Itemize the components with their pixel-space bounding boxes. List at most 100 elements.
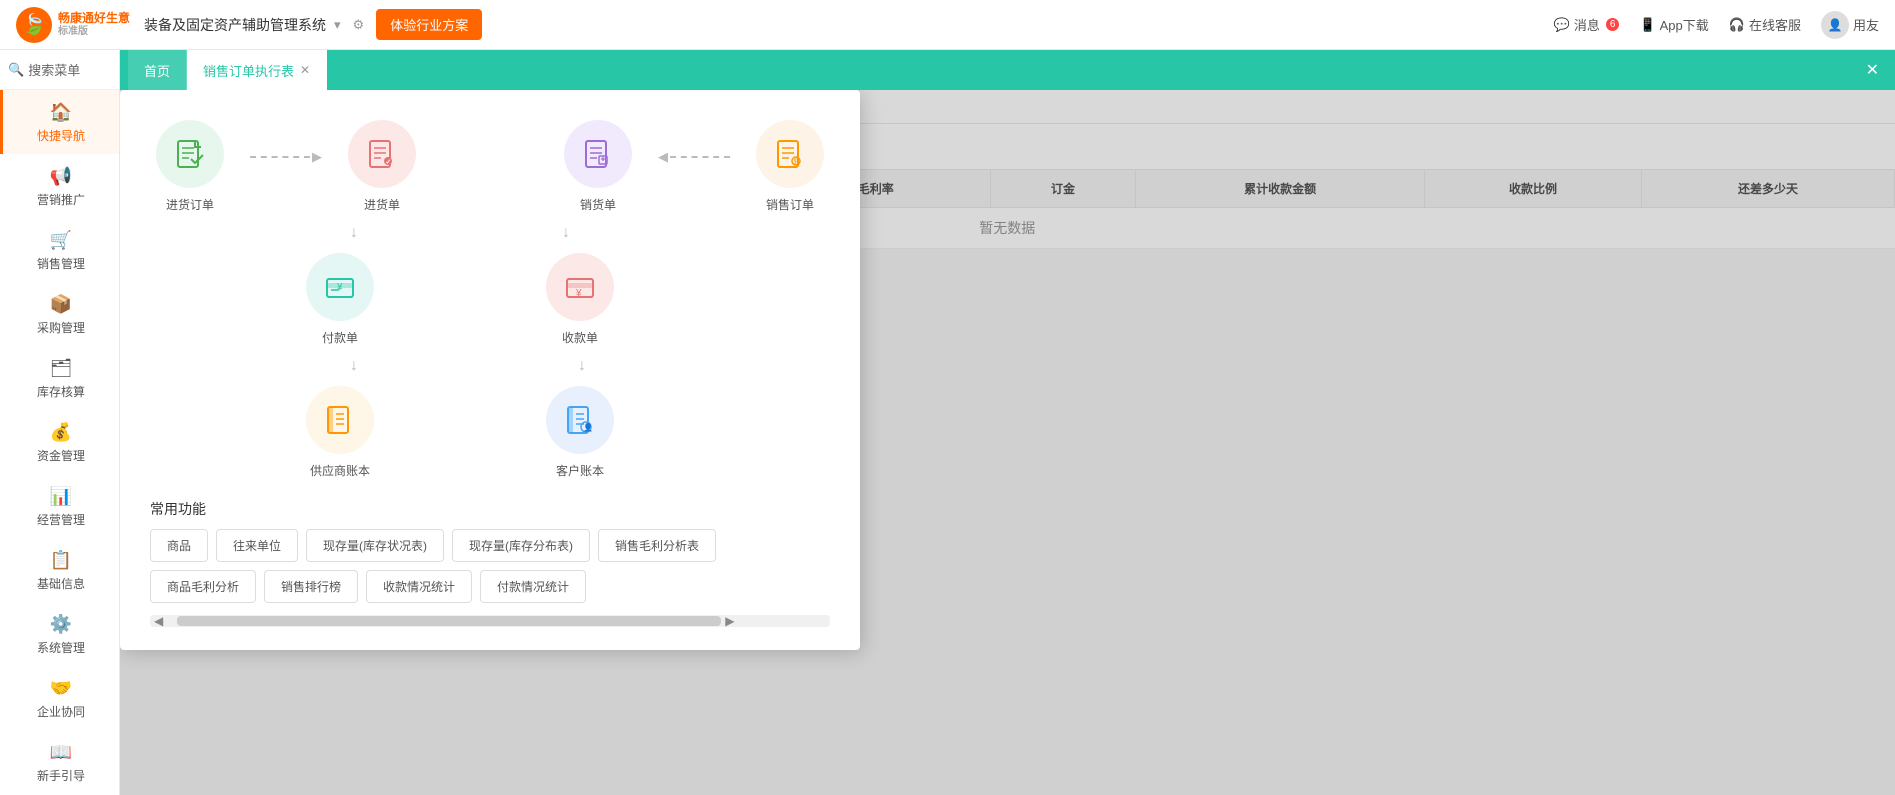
common-func-btn-3[interactable]: 现存量(库存分布表) <box>452 529 590 562</box>
phone-icon: 📱 <box>1639 17 1655 33</box>
common-functions-title: 常用功能 <box>150 499 830 519</box>
scrollbar-thumb[interactable] <box>177 616 721 626</box>
flow-node-supplier-ledger[interactable]: 供应商账本 <box>300 386 380 479</box>
user-avatar-area[interactable]: 👤 用友 <box>1821 11 1879 39</box>
sales-order-label: 销售订单 <box>766 196 814 213</box>
system-title: 装备及固定资产辅助管理系统 <box>144 15 326 35</box>
flow-row-arrows: ↓ ↓ <box>150 223 830 243</box>
flow-node-payment[interactable]: ¥ 付款单 <box>300 253 380 346</box>
svg-text:✓: ✓ <box>386 159 392 166</box>
scroll-right-arrow[interactable]: ▶ <box>721 614 738 628</box>
app-download-button[interactable]: 📱 App下载 <box>1639 15 1708 34</box>
common-func-btn-6[interactable]: 销售排行榜 <box>264 570 358 603</box>
tab-sales-order[interactable]: 销售订单执行表 ✕ <box>187 50 327 90</box>
purchase-order-label: 进货订单 <box>166 196 214 213</box>
purchase-icon: 📦 <box>50 294 72 315</box>
common-func-btn-4[interactable]: 销售毛利分析表 <box>598 529 716 562</box>
sidebar-item-operations[interactable]: 📊 经营管理 <box>0 474 119 538</box>
marketing-icon: 📢 <box>50 166 72 187</box>
arrow-sales-order-to-bill: ◀ <box>658 149 730 165</box>
receipt-label: 收款单 <box>562 329 598 346</box>
header-right: 💬 消息 6 📱 App下载 🎧 在线客服 👤 用友 <box>1554 11 1879 39</box>
common-func-btn-5[interactable]: 商品毛利分析 <box>150 570 256 603</box>
modal-overlay: 进货订单 ▶ <box>120 90 1895 795</box>
settings-gear-icon[interactable]: ⚙ <box>353 17 365 33</box>
logo-text: 畅康通好生意 标准版 <box>58 11 130 37</box>
content-area: ❓ 帮助 🖨 按模板打印 ▾ ⬆ 导出 ↻ 刷新 📅 单据状态 <box>120 90 1895 795</box>
supplier-ledger-label: 供应商账本 <box>310 462 370 479</box>
home-icon: 🏠 <box>50 102 72 123</box>
online-service-button[interactable]: 🎧 在线客服 <box>1729 15 1801 34</box>
modal-panel: 进货订单 ▶ <box>120 90 860 650</box>
common-func-btn-8[interactable]: 付款情况统计 <box>480 570 586 603</box>
scroll-left-arrow[interactable]: ◀ <box>150 614 167 628</box>
sidebar-item-system[interactable]: ⚙️ 系统管理 <box>0 602 119 666</box>
sales-order-circle: $ <box>756 120 824 188</box>
modal-scrollbar[interactable]: ◀ ▶ <box>150 615 830 627</box>
common-func-btn-0[interactable]: 商品 <box>150 529 208 562</box>
message-icon: 💬 <box>1554 17 1570 33</box>
tab-home[interactable]: 首页 <box>128 50 187 90</box>
svg-text:¥: ¥ <box>336 282 343 293</box>
inventory-icon: 🗂 <box>50 358 73 379</box>
sidebar-item-quick-nav[interactable]: 🏠 快捷导航 <box>0 90 119 154</box>
arrow-down-customer: ↓ <box>548 356 616 376</box>
svg-text:¥: ¥ <box>575 288 582 299</box>
customer-ledger-circle: 👤 <box>546 386 614 454</box>
flow-node-sales-bill[interactable]: 销货单 <box>558 120 638 213</box>
svg-text:👤: 👤 <box>583 422 593 432</box>
arrow-down-receipt: ↓ <box>532 223 600 243</box>
sidebar: 🔍 搜索菜单 🏠 快捷导航 📢 营销推广 🛒 销售管理 📦 采购管理 🗂 库存核… <box>0 50 120 795</box>
guide-icon: 📖 <box>50 742 72 763</box>
system-title-dropdown-icon[interactable]: ▾ <box>334 17 341 33</box>
sidebar-item-basic[interactable]: 📋 基础信息 <box>0 538 119 602</box>
finance-icon: 💰 <box>50 422 72 443</box>
search-icon: 🔍 <box>8 62 24 78</box>
flow-diagram: 进货订单 ▶ <box>150 120 830 479</box>
payment-label: 付款单 <box>322 329 358 346</box>
purchase-bill-label: 进货单 <box>364 196 400 213</box>
enterprise-icon: 🤝 <box>50 678 72 699</box>
common-func-btn-7[interactable]: 收款情况统计 <box>366 570 472 603</box>
arrow-down-supplier: ↓ <box>320 356 388 376</box>
flow-row-arrows2: ↓ ↓ <box>150 356 830 376</box>
flow-row-1: 进货订单 ▶ <box>150 120 830 213</box>
flow-row-3: 供应商账本 👤 <box>150 386 830 479</box>
arrow-purchase-order-to-bill: ▶ <box>250 149 322 165</box>
flow-row-2: ¥ 付款单 ¥ <box>150 253 830 346</box>
common-func-btn-1[interactable]: 往来单位 <box>216 529 298 562</box>
sidebar-item-marketing[interactable]: 📢 营销推广 <box>0 154 119 218</box>
flow-node-purchase-order[interactable]: 进货订单 <box>150 120 230 213</box>
sidebar-item-finance[interactable]: 💰 资金管理 <box>0 410 119 474</box>
sidebar-item-enterprise[interactable]: 🤝 企业协同 <box>0 666 119 730</box>
flow-node-customer-ledger[interactable]: 👤 客户账本 <box>540 386 620 479</box>
flow-node-sales-order[interactable]: $ 销售订单 <box>750 120 830 213</box>
purchase-order-circle <box>156 120 224 188</box>
flow-node-receipt[interactable]: ¥ 收款单 <box>540 253 620 346</box>
supplier-ledger-circle <box>306 386 374 454</box>
receipt-circle: ¥ <box>546 253 614 321</box>
flow-node-purchase-bill[interactable]: ✓ 进货单 <box>342 120 422 213</box>
trial-button[interactable]: 体验行业方案 <box>376 9 482 40</box>
app-logo-icon: 🍃 <box>16 7 52 43</box>
sidebar-search[interactable]: 🔍 搜索菜单 <box>0 50 119 90</box>
message-button[interactable]: 💬 消息 6 <box>1554 15 1620 34</box>
sidebar-item-sales[interactable]: 🛒 销售管理 <box>0 218 119 282</box>
main-content: 首页 销售订单执行表 ✕ ✕ ❓ 帮助 🖨 按模板打印 ▾ ⬆ 导出 <box>120 50 1895 795</box>
service-icon: 🎧 <box>1729 17 1745 33</box>
tab-bar-close-button[interactable]: ✕ <box>1858 60 1887 80</box>
sidebar-item-inventory[interactable]: 🗂 库存核算 <box>0 346 119 410</box>
svg-text:$: $ <box>794 158 799 167</box>
common-func-btn-2[interactable]: 现存量(库存状况表) <box>306 529 444 562</box>
purchase-bill-circle: ✓ <box>348 120 416 188</box>
sidebar-item-guide[interactable]: 📖 新手引导 <box>0 730 119 794</box>
tab-close-icon[interactable]: ✕ <box>300 63 310 77</box>
sales-icon: 🛒 <box>50 230 72 251</box>
common-functions: 常用功能 商品往来单位现存量(库存状况表)现存量(库存分布表)销售毛利分析表商品… <box>150 499 830 603</box>
tab-bar: 首页 销售订单执行表 ✕ ✕ <box>120 50 1895 90</box>
sales-bill-circle <box>564 120 632 188</box>
system-icon: ⚙️ <box>50 614 72 635</box>
arrow-down-payment: ↓ <box>320 223 388 243</box>
payment-circle: ¥ <box>306 253 374 321</box>
sidebar-item-purchase[interactable]: 📦 采购管理 <box>0 282 119 346</box>
